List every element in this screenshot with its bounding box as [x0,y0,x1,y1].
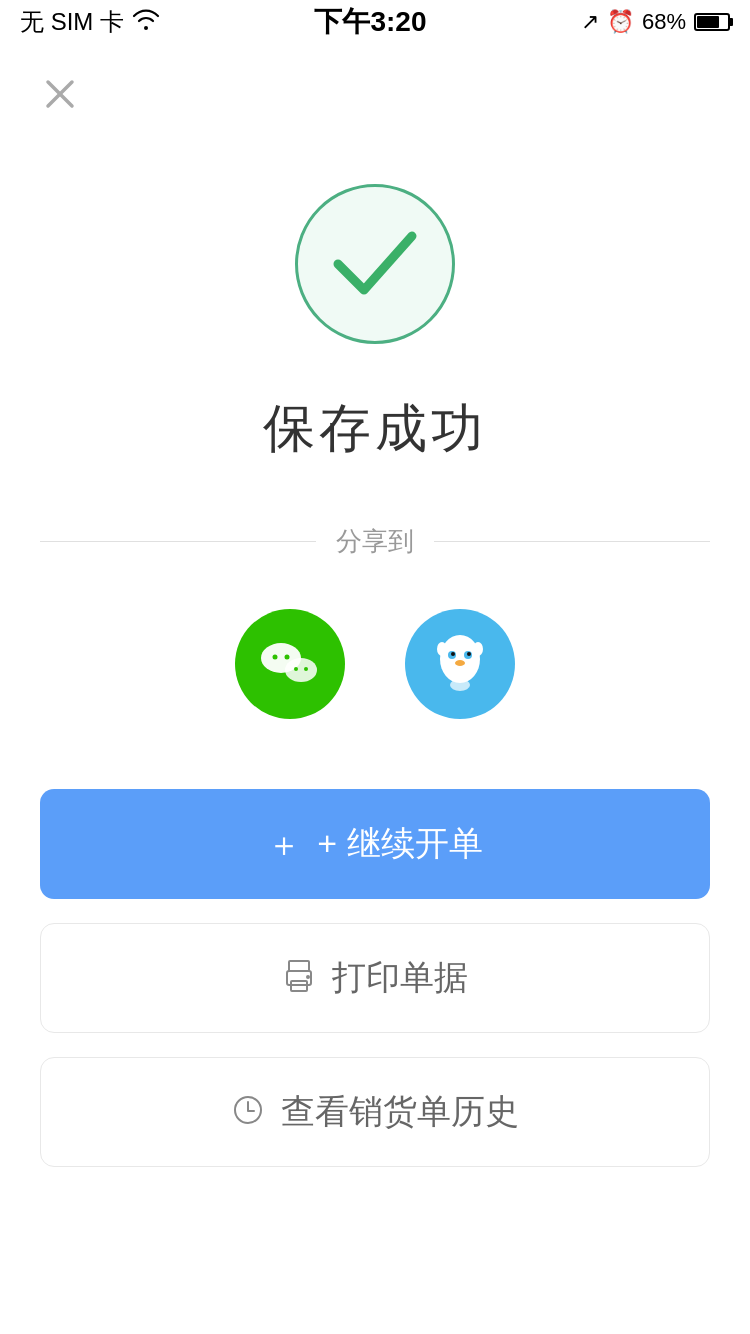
checkmark-icon [330,228,420,300]
svg-point-4 [273,655,278,660]
status-time: 下午3:20 [314,3,426,41]
svg-point-3 [285,658,317,682]
plus-icon: ＋ [267,827,301,861]
svg-point-6 [294,667,298,671]
battery-icon [694,13,730,31]
location-icon: ↗ [581,9,599,35]
share-label: 分享到 [336,524,414,559]
status-left: 无 SIM 卡 [20,6,160,38]
continue-order-label: + 继续开单 [317,821,482,867]
print-button[interactable]: 打印单据 [40,923,710,1033]
svg-point-13 [467,652,471,656]
alarm-icon: ⏰ [607,9,634,35]
main-content: 保存成功 分享到 [0,144,750,1334]
svg-point-5 [285,655,290,660]
print-icon [282,959,316,998]
svg-point-20 [306,975,310,979]
history-icon [231,1093,265,1132]
svg-point-12 [451,652,455,656]
svg-point-8 [440,635,480,683]
wechat-share-button[interactable] [235,609,345,719]
close-icon [44,78,76,110]
svg-rect-17 [289,961,309,971]
divider-line-left [40,541,316,542]
continue-order-button[interactable]: ＋ + 继续开单 [40,789,710,899]
wechat-icon [257,636,323,692]
print-label: 打印单据 [332,955,468,1001]
share-icons-row [235,609,515,719]
close-button[interactable] [30,64,90,124]
status-bar: 无 SIM 卡 下午3:20 ↗ ⏰ 68% [0,0,750,44]
svg-point-7 [304,667,308,671]
battery-percent: 68% [642,9,686,35]
wifi-icon [132,8,160,36]
history-label: 查看销货单历史 [281,1089,519,1135]
qq-icon [429,629,491,699]
history-button[interactable]: 查看销货单历史 [40,1057,710,1167]
svg-point-9 [450,679,470,691]
svg-point-16 [473,642,483,656]
share-divider: 分享到 [40,524,710,559]
success-title: 保存成功 [263,394,487,464]
status-right: ↗ ⏰ 68% [581,9,730,35]
svg-point-15 [437,642,447,656]
divider-line-right [434,541,710,542]
sim-label: 无 SIM 卡 [20,6,124,38]
qq-share-button[interactable] [405,609,515,719]
svg-point-14 [455,660,465,666]
success-circle [295,184,455,344]
